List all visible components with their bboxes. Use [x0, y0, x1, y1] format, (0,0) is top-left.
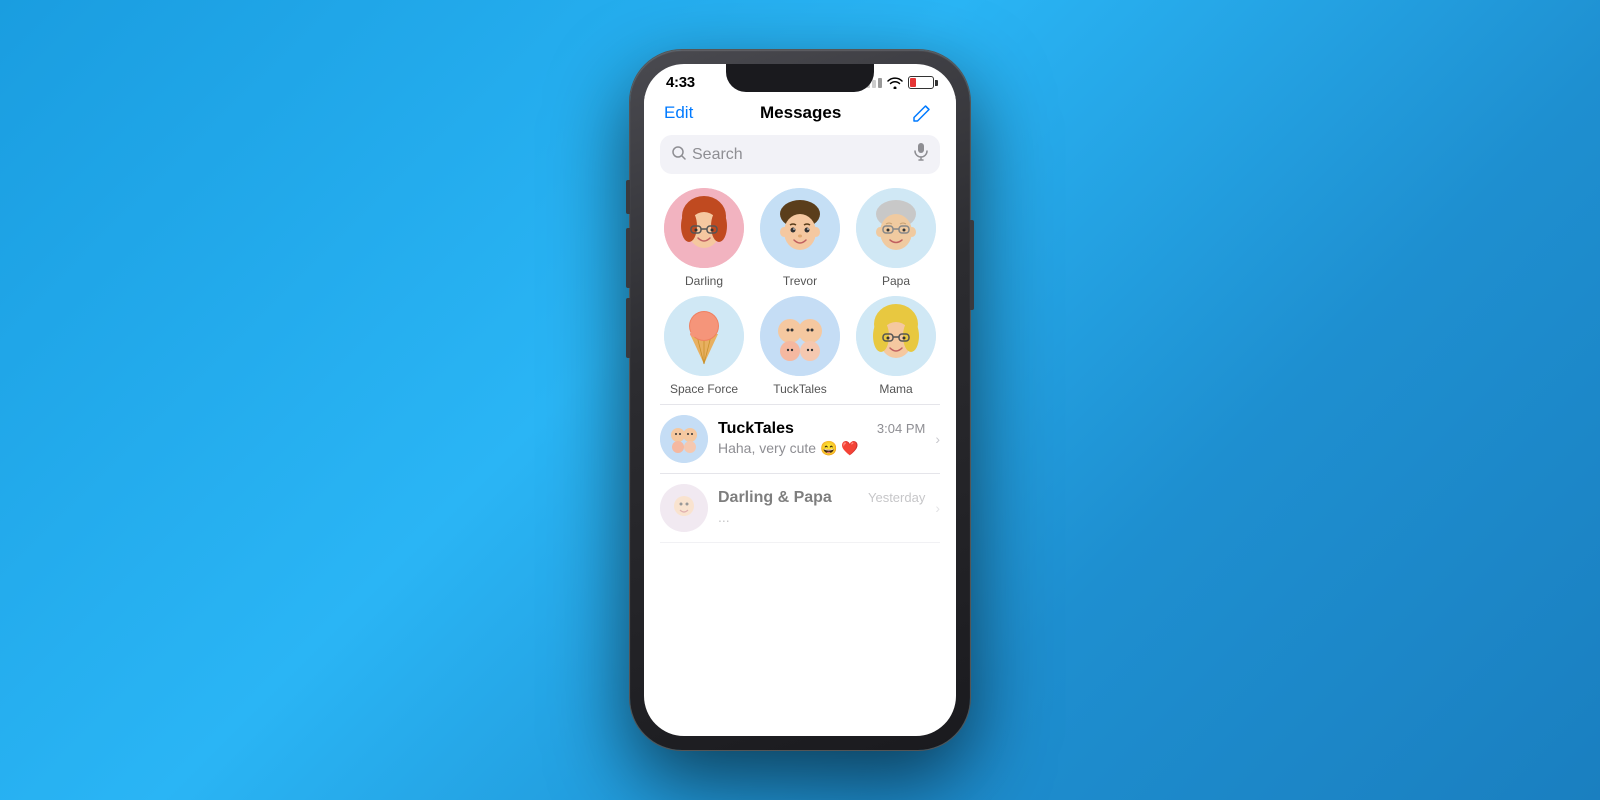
edit-button[interactable]: Edit	[664, 103, 693, 123]
pinned-contact-space-force[interactable]: Space Force	[660, 296, 748, 396]
papa-avatar	[856, 188, 936, 268]
phone-screen: 4:33	[644, 64, 956, 736]
search-icon	[672, 146, 686, 163]
search-bar[interactable]: Search	[660, 135, 940, 174]
trevor-avatar	[760, 188, 840, 268]
microphone-icon[interactable]	[914, 143, 928, 166]
tucktales-msg-preview: Haha, very cute 😄 ❤️	[718, 440, 859, 456]
darling-papa-time: Yesterday	[868, 490, 925, 505]
tucktales-msg-name: TuckTales	[718, 420, 794, 438]
tucktales-label: TuckTales	[773, 382, 827, 396]
darling-papa-name: Darling & Papa	[718, 489, 832, 507]
mute-button[interactable]	[626, 180, 630, 214]
tucktales-msg-avatar	[660, 415, 708, 463]
papa-label: Papa	[882, 274, 910, 288]
pinned-contact-papa[interactable]: Papa	[852, 188, 940, 288]
pinned-contact-mama[interactable]: Mama	[852, 296, 940, 396]
screen-content: Edit Messages	[644, 95, 956, 543]
wifi-icon	[887, 77, 903, 89]
darling-papa-preview: ...	[718, 509, 730, 525]
background: 4:33	[630, 50, 970, 750]
pinned-contact-trevor[interactable]: Trevor	[756, 188, 844, 288]
power-button[interactable]	[970, 220, 974, 310]
mama-label: Mama	[879, 382, 912, 396]
darling-papa-avatar	[660, 484, 708, 532]
phone-wrapper: 4:33	[630, 50, 970, 750]
pinned-grid: Darling	[660, 188, 940, 396]
tucktales-msg-content: TuckTales 3:04 PM Haha, very cute 😄 ❤️	[718, 420, 925, 458]
space-force-label: Space Force	[670, 382, 738, 396]
trevor-label: Trevor	[783, 274, 817, 288]
pinned-contact-darling[interactable]: Darling	[660, 188, 748, 288]
volume-up-button[interactable]	[626, 228, 630, 288]
search-placeholder: Search	[692, 146, 908, 164]
messages-title: Messages	[760, 103, 841, 123]
tucktales-msg-time: 3:04 PM	[877, 421, 925, 436]
compose-button[interactable]	[908, 99, 936, 127]
volume-down-button[interactable]	[626, 298, 630, 358]
message-list: TuckTales 3:04 PM Haha, very cute 😄 ❤️ ›	[660, 404, 940, 543]
message-item-darling-papa[interactable]: Darling & Papa Yesterday ... ›	[660, 474, 940, 543]
chevron-icon: ›	[935, 431, 940, 447]
status-time: 4:33	[666, 74, 695, 91]
notch	[726, 64, 874, 92]
tucktales-avatar	[760, 296, 840, 376]
pinned-contact-tucktales[interactable]: TuckTales	[756, 296, 844, 396]
darling-label: Darling	[685, 274, 723, 288]
message-item-tucktales[interactable]: TuckTales 3:04 PM Haha, very cute 😄 ❤️ ›	[660, 405, 940, 474]
mama-avatar	[856, 296, 936, 376]
darling-avatar	[664, 188, 744, 268]
darling-papa-content: Darling & Papa Yesterday ...	[718, 489, 925, 527]
space-force-avatar	[664, 296, 744, 376]
nav-bar: Edit Messages	[660, 95, 940, 135]
battery-icon	[908, 76, 934, 89]
chevron-icon-2: ›	[935, 500, 940, 516]
